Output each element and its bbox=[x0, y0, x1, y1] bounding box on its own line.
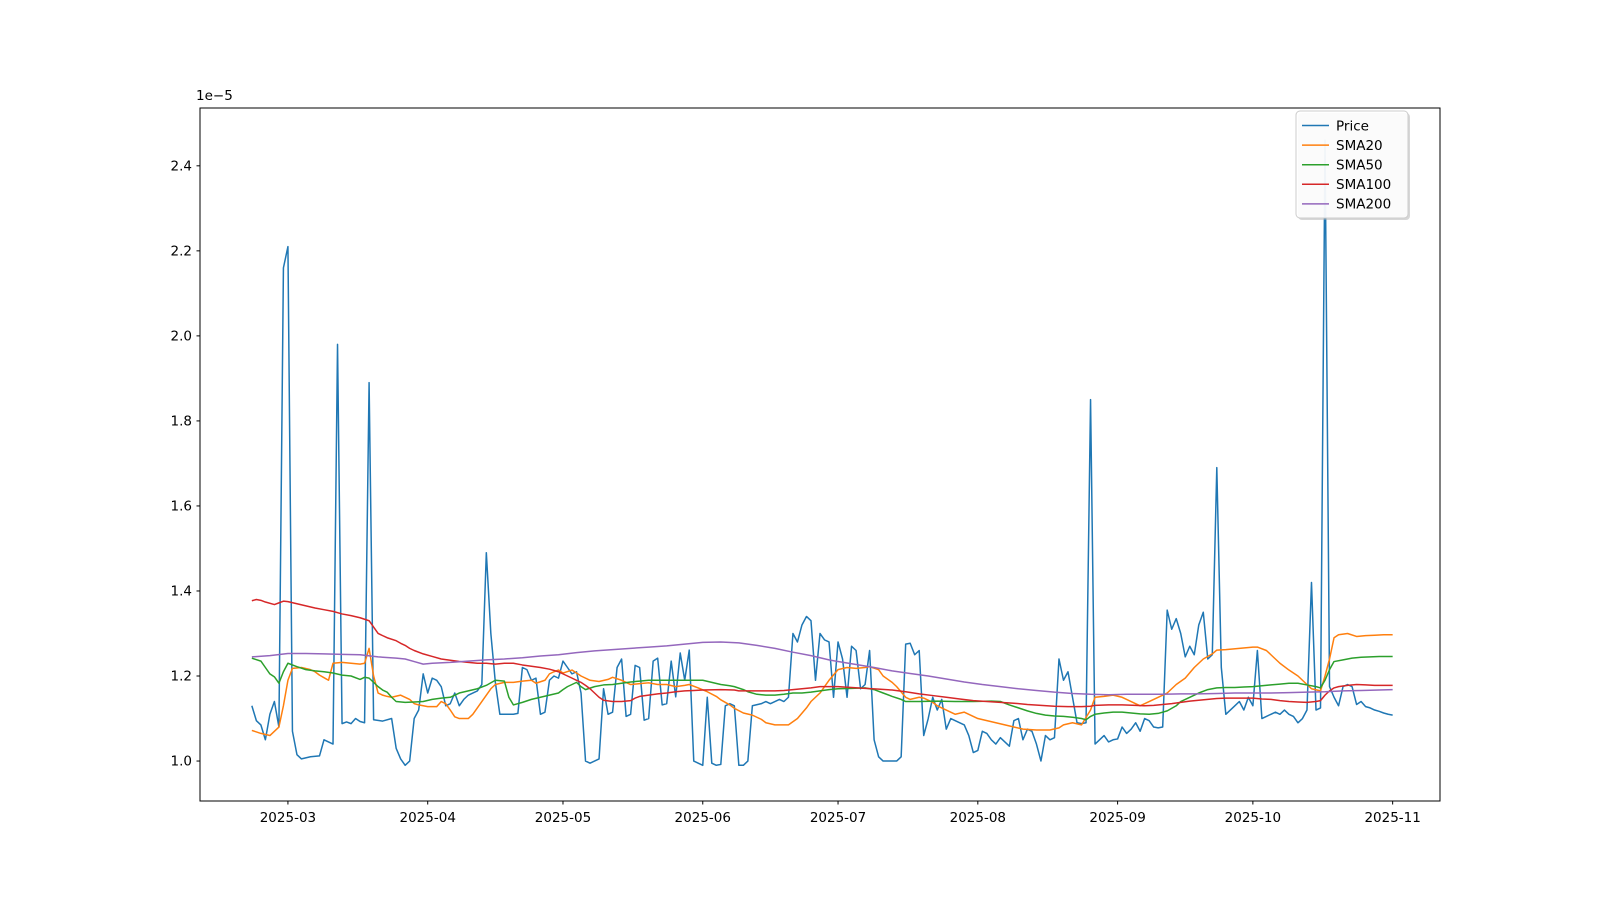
x-tick-label: 2025-11 bbox=[1364, 810, 1420, 826]
y-tick-label: 2.0 bbox=[171, 328, 192, 344]
chart-figure: 1e−5 2025-03 2025-04 2025-05 2025-06 2025-07… bbox=[0, 0, 1600, 900]
x-tick-label: 2025-04 bbox=[400, 810, 456, 826]
legend-label: SMA20 bbox=[1336, 138, 1383, 154]
x-tick-label: 2025-05 bbox=[535, 810, 591, 826]
x-tick-label: 2025-08 bbox=[950, 810, 1006, 826]
y-tick-label: 1.8 bbox=[171, 413, 192, 429]
y-tick-label: 1.4 bbox=[171, 583, 192, 599]
x-tick-label: 2025-07 bbox=[810, 810, 866, 826]
y-axis-offset-label: 1e−5 bbox=[196, 88, 233, 104]
legend-label: SMA200 bbox=[1336, 197, 1391, 213]
x-tick-label: 2025-03 bbox=[260, 810, 316, 826]
line-chart: 2025-03 2025-04 2025-05 2025-06 2025-07 2025-… bbox=[0, 0, 1600, 900]
y-tick-label: 2.4 bbox=[171, 158, 192, 174]
x-tick-label: 2025-09 bbox=[1089, 810, 1145, 826]
legend-label: SMA100 bbox=[1336, 177, 1391, 193]
x-tick-label: 2025-06 bbox=[675, 810, 731, 826]
x-tick-label: 2025-10 bbox=[1225, 810, 1281, 826]
y-tick-label: 1.0 bbox=[171, 754, 192, 770]
legend-label: Price bbox=[1336, 118, 1369, 134]
legend: Price SMA20 SMA50 SMA100 SMA200 bbox=[1295, 110, 1410, 220]
y-tick-label: 1.6 bbox=[171, 498, 192, 514]
y-tick-label: 2.2 bbox=[171, 243, 192, 259]
legend-label: SMA50 bbox=[1336, 158, 1383, 174]
y-tick-label: 1.2 bbox=[171, 669, 192, 685]
